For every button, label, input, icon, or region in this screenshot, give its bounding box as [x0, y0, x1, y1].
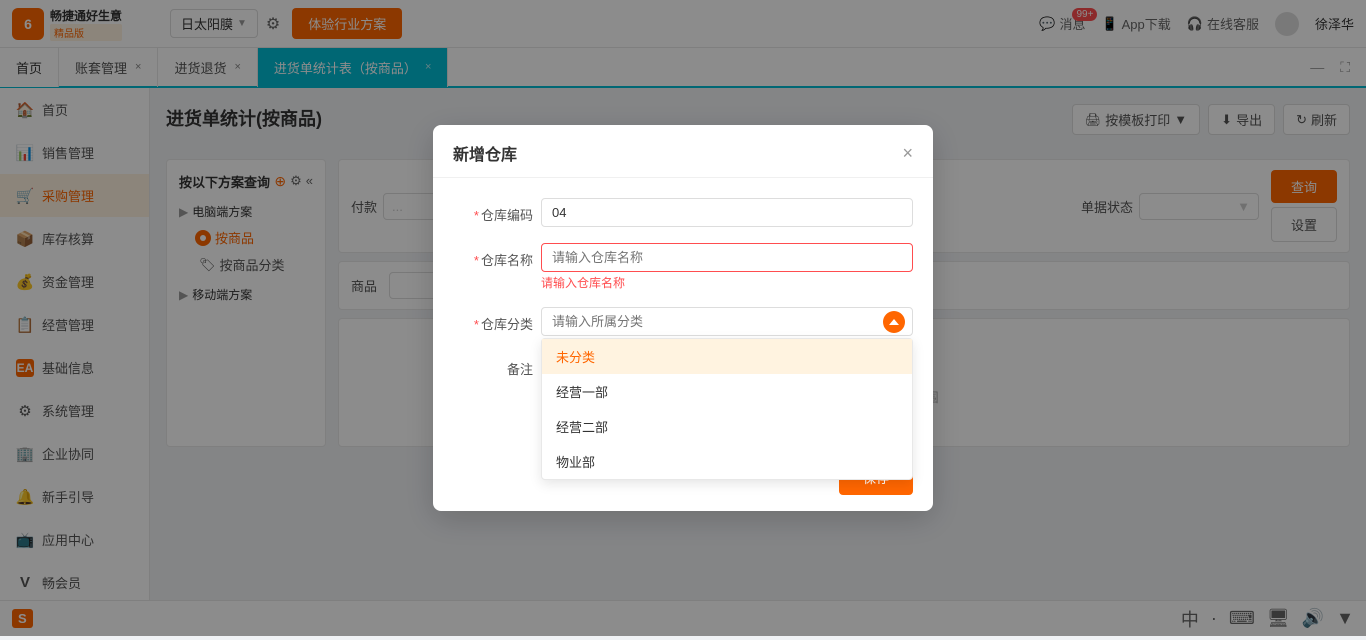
category-select-input[interactable] — [541, 307, 913, 336]
modal-body: *仓库编码 *仓库名称 请输入仓库名称 *仓 — [433, 178, 933, 448]
modal-close-button[interactable]: × — [902, 143, 913, 164]
category-expand-button[interactable] — [883, 311, 905, 333]
dropdown-item-dept1[interactable]: 经营一部 — [542, 374, 912, 409]
category-dropdown: 未分类 经营一部 经营二部 物业部 — [541, 338, 913, 480]
warehouse-category-field: *仓库分类 未分类 经营一部 经营二部 物业部 — [453, 307, 913, 336]
warehouse-name-field: *仓库名称 请输入仓库名称 — [453, 243, 913, 291]
modal-title: 新增仓库 — [453, 141, 517, 165]
warehouse-name-input[interactable] — [541, 243, 913, 272]
name-error-message: 请输入仓库名称 — [541, 274, 913, 291]
warehouse-code-input[interactable] — [541, 198, 913, 227]
modal-overlay: 新增仓库 × *仓库编码 *仓库名称 — [0, 0, 1366, 636]
warehouse-code-field: *仓库编码 — [453, 198, 913, 227]
modal-header: 新增仓库 × — [433, 125, 933, 178]
category-select-wrap: 未分类 经营一部 经营二部 物业部 — [541, 307, 913, 336]
dropdown-item-uncategorized[interactable]: 未分类 — [542, 339, 912, 374]
category-label: *仓库分类 — [453, 307, 533, 333]
name-label: *仓库名称 — [453, 243, 533, 269]
code-label: *仓库编码 — [453, 198, 533, 224]
note-label: 备注 — [453, 352, 533, 378]
dropdown-item-property[interactable]: 物业部 — [542, 444, 912, 479]
warehouse-modal: 新增仓库 × *仓库编码 *仓库名称 — [433, 125, 933, 511]
dropdown-item-dept2[interactable]: 经营二部 — [542, 409, 912, 444]
